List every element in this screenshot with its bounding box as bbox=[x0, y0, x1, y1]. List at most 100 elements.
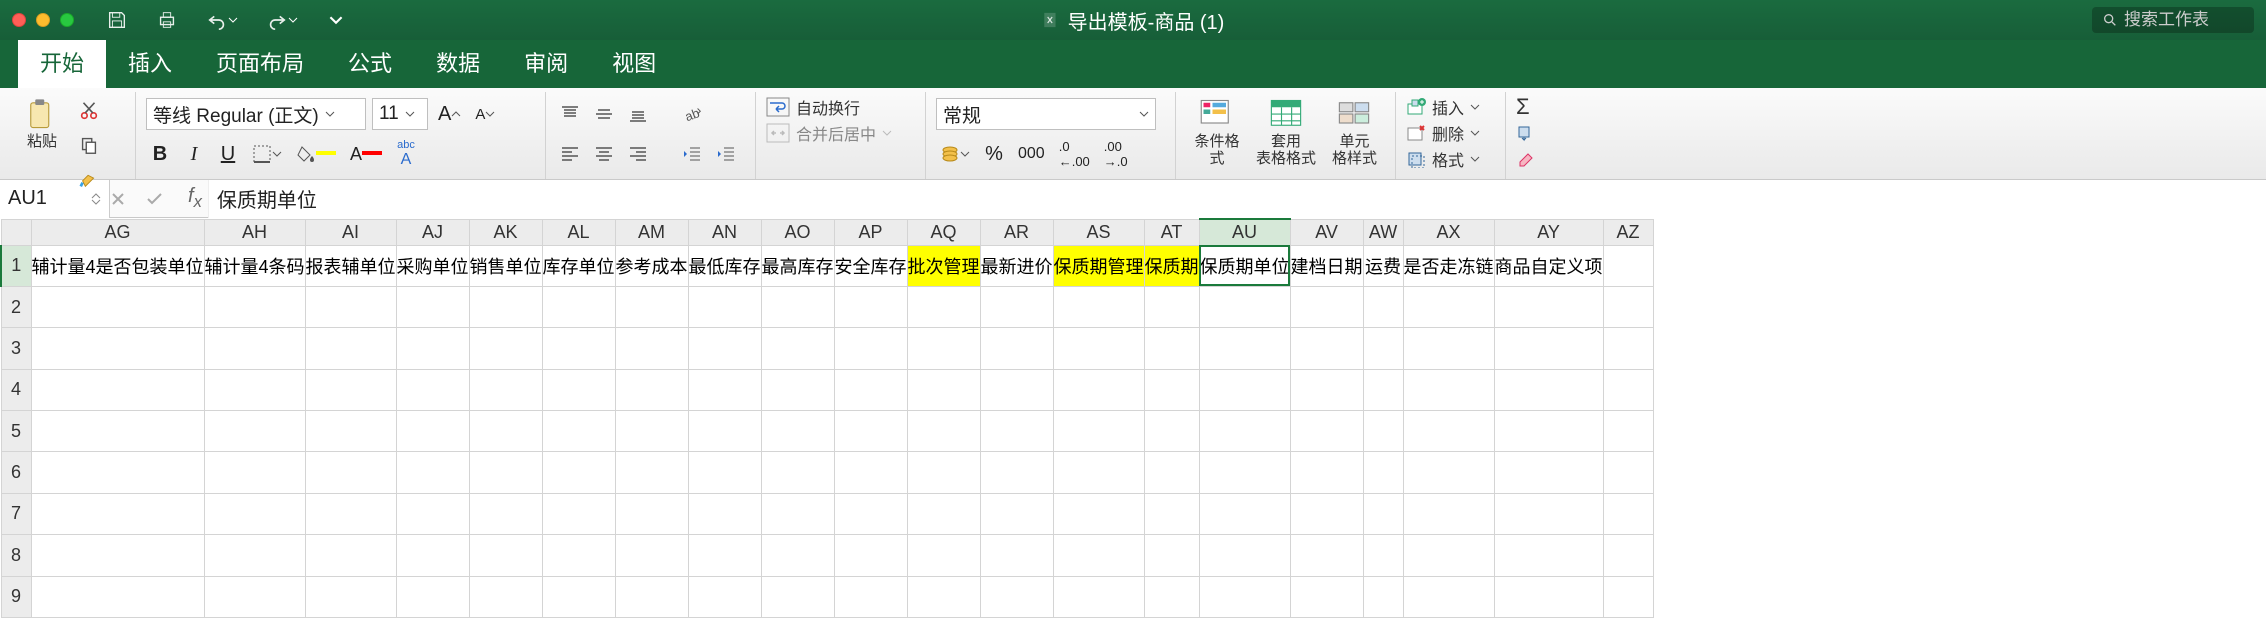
cell-AO8[interactable] bbox=[761, 535, 834, 576]
cell-AX2[interactable] bbox=[1403, 286, 1494, 327]
autosum-button[interactable]: Σ bbox=[1516, 94, 1556, 120]
tab-review[interactable]: 审阅 bbox=[502, 36, 590, 88]
cell-AK7[interactable] bbox=[469, 493, 542, 534]
cell-AU6[interactable] bbox=[1199, 452, 1290, 493]
cell-AK2[interactable] bbox=[469, 286, 542, 327]
cell-AQ2[interactable] bbox=[907, 286, 980, 327]
cell-AW9[interactable] bbox=[1363, 576, 1403, 618]
cell-AS8[interactable] bbox=[1053, 535, 1144, 576]
cell-AZ6[interactable] bbox=[1603, 452, 1653, 493]
cell-AS9[interactable] bbox=[1053, 576, 1144, 618]
cell-AI2[interactable] bbox=[305, 286, 396, 327]
spreadsheet-grid[interactable]: AGAHAIAJAKALAMANAOAPAQARASATAUAVAWAXAYAZ… bbox=[0, 218, 2266, 618]
decrease-indent-button[interactable] bbox=[678, 139, 706, 169]
cell-AQ1[interactable]: 批次管理 bbox=[907, 245, 980, 286]
print-button[interactable] bbox=[152, 5, 182, 35]
format-as-table-button[interactable]: 套用 表格格式 bbox=[1248, 94, 1324, 178]
cell-AW1[interactable]: 运费 bbox=[1363, 245, 1403, 286]
tab-insert[interactable]: 插入 bbox=[106, 36, 194, 88]
cell-AS1[interactable]: 保质期管理 bbox=[1053, 245, 1144, 286]
cell-AX3[interactable] bbox=[1403, 328, 1494, 369]
cell-AL1[interactable]: 库存单位 bbox=[542, 245, 615, 286]
conditional-format-button[interactable]: 条件格式 bbox=[1186, 94, 1248, 178]
cell-AY1[interactable]: 商品自定义项 bbox=[1494, 245, 1603, 286]
redo-button[interactable] bbox=[262, 5, 302, 35]
increase-decimal-button[interactable]: .0←.00 bbox=[1055, 139, 1094, 169]
cell-AH3[interactable] bbox=[204, 328, 305, 369]
decrease-font-button[interactable]: A bbox=[471, 99, 499, 129]
cell-AS3[interactable] bbox=[1053, 328, 1144, 369]
cell-AV3[interactable] bbox=[1290, 328, 1363, 369]
cell-AM6[interactable] bbox=[615, 452, 688, 493]
column-header-AK[interactable]: AK bbox=[469, 219, 542, 245]
cell-AJ1[interactable]: 采购单位 bbox=[396, 245, 469, 286]
cell-AM3[interactable] bbox=[615, 328, 688, 369]
cell-AK1[interactable]: 销售单位 bbox=[469, 245, 542, 286]
cell-AL9[interactable] bbox=[542, 576, 615, 618]
cell-AQ6[interactable] bbox=[907, 452, 980, 493]
cell-AU9[interactable] bbox=[1199, 576, 1290, 618]
cell-AI5[interactable] bbox=[305, 411, 396, 452]
column-header-AU[interactable]: AU bbox=[1199, 219, 1290, 245]
column-header-AG[interactable]: AG bbox=[31, 219, 204, 245]
cell-AP8[interactable] bbox=[834, 535, 907, 576]
cell-AZ8[interactable] bbox=[1603, 535, 1653, 576]
currency-button[interactable] bbox=[936, 139, 974, 169]
underline-button[interactable]: U bbox=[214, 139, 242, 169]
cell-AZ4[interactable] bbox=[1603, 369, 1653, 410]
cell-AY8[interactable] bbox=[1494, 535, 1603, 576]
cell-AQ3[interactable] bbox=[907, 328, 980, 369]
cell-AX8[interactable] bbox=[1403, 535, 1494, 576]
cell-AJ8[interactable] bbox=[396, 535, 469, 576]
cell-AQ5[interactable] bbox=[907, 411, 980, 452]
cell-AT1[interactable]: 保质期 bbox=[1144, 245, 1199, 286]
cell-AV6[interactable] bbox=[1290, 452, 1363, 493]
row-header-3[interactable]: 3 bbox=[1, 328, 31, 369]
cell-AY4[interactable] bbox=[1494, 369, 1603, 410]
cell-AY3[interactable] bbox=[1494, 328, 1603, 369]
cell-AL7[interactable] bbox=[542, 493, 615, 534]
orientation-button[interactable]: ab bbox=[678, 99, 708, 129]
percent-button[interactable]: % bbox=[980, 139, 1008, 169]
cell-AG3[interactable] bbox=[31, 328, 204, 369]
save-button[interactable] bbox=[102, 5, 132, 35]
cell-AR5[interactable] bbox=[980, 411, 1053, 452]
align-right-button[interactable] bbox=[624, 139, 652, 169]
border-button[interactable] bbox=[248, 139, 286, 169]
align-middle-button[interactable] bbox=[590, 99, 618, 129]
cell-AH2[interactable] bbox=[204, 286, 305, 327]
cell-AY5[interactable] bbox=[1494, 411, 1603, 452]
cell-AG8[interactable] bbox=[31, 535, 204, 576]
cell-AG4[interactable] bbox=[31, 369, 204, 410]
cell-AT9[interactable] bbox=[1144, 576, 1199, 618]
cell-AP6[interactable] bbox=[834, 452, 907, 493]
cell-AV7[interactable] bbox=[1290, 493, 1363, 534]
cell-AK3[interactable] bbox=[469, 328, 542, 369]
cell-AP4[interactable] bbox=[834, 369, 907, 410]
cell-AZ9[interactable] bbox=[1603, 576, 1653, 618]
cell-AJ3[interactable] bbox=[396, 328, 469, 369]
column-header-AX[interactable]: AX bbox=[1403, 219, 1494, 245]
format-cells-button[interactable]: 格式 bbox=[1406, 146, 1495, 172]
cell-AU5[interactable] bbox=[1199, 411, 1290, 452]
cell-AW6[interactable] bbox=[1363, 452, 1403, 493]
column-header-AZ[interactable]: AZ bbox=[1603, 219, 1653, 245]
cell-AQ4[interactable] bbox=[907, 369, 980, 410]
cell-AR7[interactable] bbox=[980, 493, 1053, 534]
column-header-AS[interactable]: AS bbox=[1053, 219, 1144, 245]
cell-AU4[interactable] bbox=[1199, 369, 1290, 410]
search-sheet[interactable] bbox=[2092, 7, 2254, 33]
fill-color-button[interactable] bbox=[292, 139, 340, 169]
cell-AJ7[interactable] bbox=[396, 493, 469, 534]
cell-AI9[interactable] bbox=[305, 576, 396, 618]
cell-AG1[interactable]: 辅计量4是否包装单位 bbox=[31, 245, 204, 286]
cell-AX7[interactable] bbox=[1403, 493, 1494, 534]
insert-cells-button[interactable]: 插入 bbox=[1406, 94, 1495, 120]
cell-AO4[interactable] bbox=[761, 369, 834, 410]
column-header-AW[interactable]: AW bbox=[1363, 219, 1403, 245]
cell-AJ2[interactable] bbox=[396, 286, 469, 327]
cell-AO5[interactable] bbox=[761, 411, 834, 452]
cell-AI6[interactable] bbox=[305, 452, 396, 493]
cell-AT6[interactable] bbox=[1144, 452, 1199, 493]
number-format-combo[interactable]: 常规 bbox=[936, 98, 1156, 130]
